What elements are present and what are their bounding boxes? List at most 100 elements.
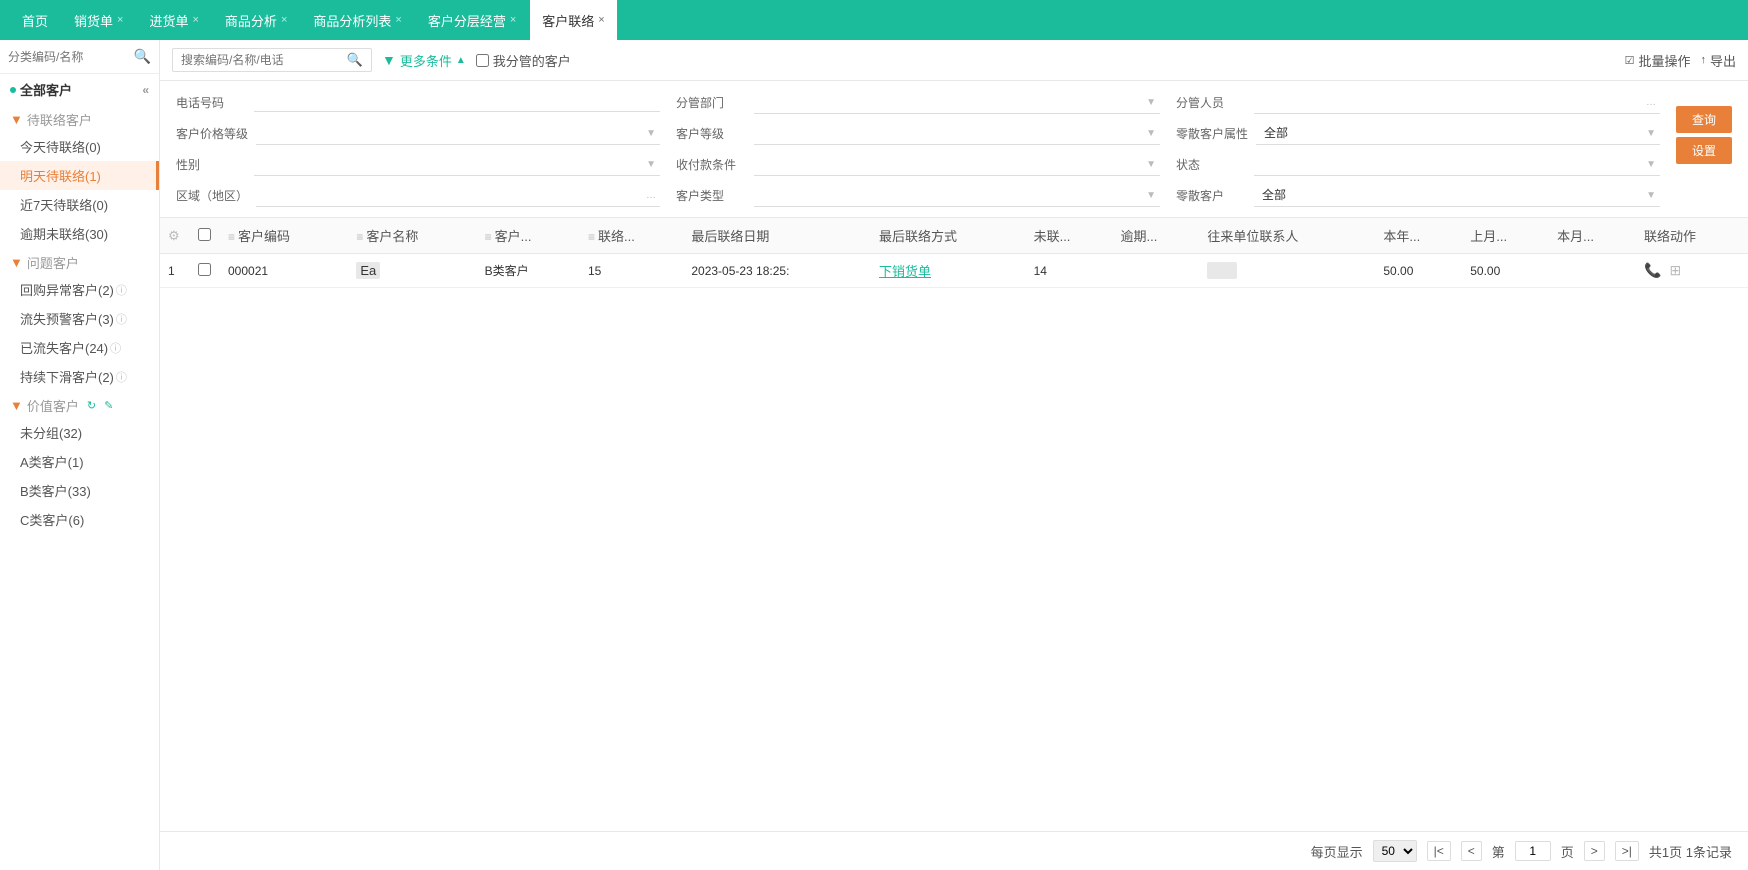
table-wrap: ⚙ 客户编码 客户名称 客户... 联络... 最后联络日期 最后联络方式 未联… [160,218,1748,831]
action-phone-icon[interactable]: 📞 [1644,262,1661,279]
info-icon-2: ⓘ [110,340,121,356]
col-contact-count: 联络... [580,218,683,254]
batch-op-button[interactable]: ☑ 批量操作 [1625,51,1691,70]
nav-home[interactable]: 首页 [10,0,60,40]
filter-retail-attr-wrap: 全部 ▼ [1256,122,1660,145]
action-grid-icon[interactable]: ⊞ [1669,262,1681,279]
row-overdue [1112,254,1199,288]
main-layout: 🔍 全部客户 « ▼ 待联络客户 今天待联络(0) 明天待联络(1) 近7天待联… [0,40,1748,870]
row-current-month [1549,254,1636,288]
sidebar-group-problem: ▼ 问题客户 [0,248,159,275]
sidebar-item-7days[interactable]: 近7天待联络(0) [0,190,159,219]
filter-payment-select[interactable] [758,155,1146,173]
my-customers-checkbox[interactable] [476,54,489,67]
row-checkbox[interactable] [190,254,220,288]
search-button[interactable]: 🔍 [347,52,363,68]
row-name: Ea [348,254,476,288]
chevron-down-icon-6: ▼ [1146,159,1156,170]
filter-region-row: 区域（地区） … [176,184,660,207]
chevron-down-icon-8: ▼ [1146,190,1156,201]
sidebar-all-customers[interactable]: 全部客户 « [0,74,159,105]
row-last-contact-type[interactable]: 下销货单 [871,254,1026,288]
col-name: 客户名称 [348,218,476,254]
sidebar-item-c-class[interactable]: C类客户(6) [0,505,159,534]
search-input[interactable] [181,53,347,67]
nav-purchase-close[interactable]: × [192,14,198,26]
first-page-button[interactable]: |< [1427,841,1451,861]
last-page-button[interactable]: >| [1615,841,1639,861]
settings-icon[interactable]: ⚙ [168,228,180,243]
filter-dept-row: 分管部门 ▼ [676,91,1160,114]
edit-icon[interactable]: ✎ [104,399,113,412]
nav-product-analysis-close[interactable]: × [281,14,287,26]
more-filter-button[interactable]: ▼ 更多条件 ▲ [382,51,466,70]
filter-retail-attr-select[interactable]: 全部 [1260,124,1646,142]
filter-person-more[interactable]: … [1646,97,1656,108]
nav-product-analysis-list[interactable]: 商品分析列表 × [301,0,413,40]
sidebar-item-ungrouped[interactable]: 未分组(32) [0,418,159,447]
chevron-down-icon: ▼ [1146,97,1156,108]
filter-region-input[interactable] [260,186,646,204]
export-button[interactable]: ↑ 导出 [1700,51,1736,70]
filter-region-more[interactable]: … [646,190,656,201]
nav-product-analysis-list-close[interactable]: × [395,14,401,26]
filter-customer-level-wrap: ▼ [754,122,1160,145]
sidebar-item-repurchase-abnormal[interactable]: 回购异常客户(2) ⓘ [0,275,159,304]
filter-actions: 查询 设置 [1676,104,1732,164]
my-customers-checkbox-wrap[interactable]: 我分管的客户 [476,51,571,70]
reset-button[interactable]: 设置 [1676,137,1732,164]
sidebar-item-declining[interactable]: 持续下滑客户(2) ⓘ [0,362,159,391]
filter-price-level-select[interactable] [260,124,646,142]
nav-sales-close[interactable]: × [117,14,123,26]
nav-customer-contact-close[interactable]: × [598,14,604,26]
nav-sales[interactable]: 销货单 × [62,0,135,40]
select-all-checkbox[interactable] [198,228,211,241]
chevron-down-icon-7: ▼ [1646,159,1656,170]
filter-gender-row: 性别 ▼ [176,153,660,176]
col-actions: 联络动作 [1636,218,1748,254]
sidebar-item-tomorrow[interactable]: 明天待联络(1) [0,161,159,190]
table-footer: 每页显示 50 |< < 第 页 > >| 共1页 1条记录 [160,831,1748,870]
query-button[interactable]: 查询 [1676,106,1732,133]
filter-status-wrap: ▼ [1254,153,1660,176]
sidebar-search-input[interactable] [8,50,134,64]
chevron-down-icon-4: ▼ [1646,128,1656,139]
nav-customer-tier-close[interactable]: × [510,14,516,26]
toolbar-right: ☑ 批量操作 ↑ 导出 [1625,51,1736,70]
table-row: 1 000021 Ea B类客户 15 2023-05-23 18:25: 下销… [160,254,1748,288]
filter-status-select[interactable] [1258,155,1646,173]
filter-retail-customer-select[interactable]: 全部 [1258,186,1646,204]
nav-customer-contact[interactable]: 客户联络 × [530,0,616,40]
nav-purchase[interactable]: 进货单 × [137,0,210,40]
sidebar-item-b-class[interactable]: B类客户(33) [0,476,159,505]
page-size-select[interactable]: 50 [1373,840,1417,862]
sidebar-item-overdue[interactable]: 逾期未联络(30) [0,219,159,248]
filter-person-input[interactable] [1258,93,1646,111]
sidebar-item-today[interactable]: 今天待联络(0) [0,132,159,161]
filter-customer-level-select[interactable] [758,124,1146,142]
row-last-contact-date: 2023-05-23 18:25: [683,254,871,288]
filter-price-level-row: 客户价格等级 ▼ [176,122,660,145]
row-select-checkbox[interactable] [198,263,211,276]
refresh-icon[interactable]: ↻ [87,399,96,412]
col-current-month: 本月... [1549,218,1636,254]
page-number-input[interactable] [1515,841,1551,861]
row-num: 1 [160,254,190,288]
row-current-year: 50.00 [1375,254,1462,288]
filter-payment-row: 收付款条件 ▼ [676,153,1160,176]
filter-phone-input[interactable] [254,93,660,112]
next-page-button[interactable]: > [1584,841,1605,861]
prev-page-button[interactable]: < [1461,841,1482,861]
filter-price-level-wrap: ▼ [256,122,660,145]
sidebar-item-a-class[interactable]: A类客户(1) [0,447,159,476]
filter-status-row: 状态 ▼ [1176,153,1660,176]
sidebar-group-pending: ▼ 待联络客户 [0,105,159,132]
sidebar-search-icon[interactable]: 🔍 [134,48,151,65]
nav-product-analysis[interactable]: 商品分析 × [213,0,299,40]
filter-customer-type-select[interactable] [758,186,1146,204]
sidebar-item-churn-warning[interactable]: 流失预警客户(3) ⓘ [0,304,159,333]
filter-dept-select[interactable] [758,93,1146,111]
sidebar-item-churned[interactable]: 已流失客户(24) ⓘ [0,333,159,362]
filter-gender-select[interactable] [258,155,646,173]
nav-customer-tier[interactable]: 客户分层经营 × [416,0,528,40]
